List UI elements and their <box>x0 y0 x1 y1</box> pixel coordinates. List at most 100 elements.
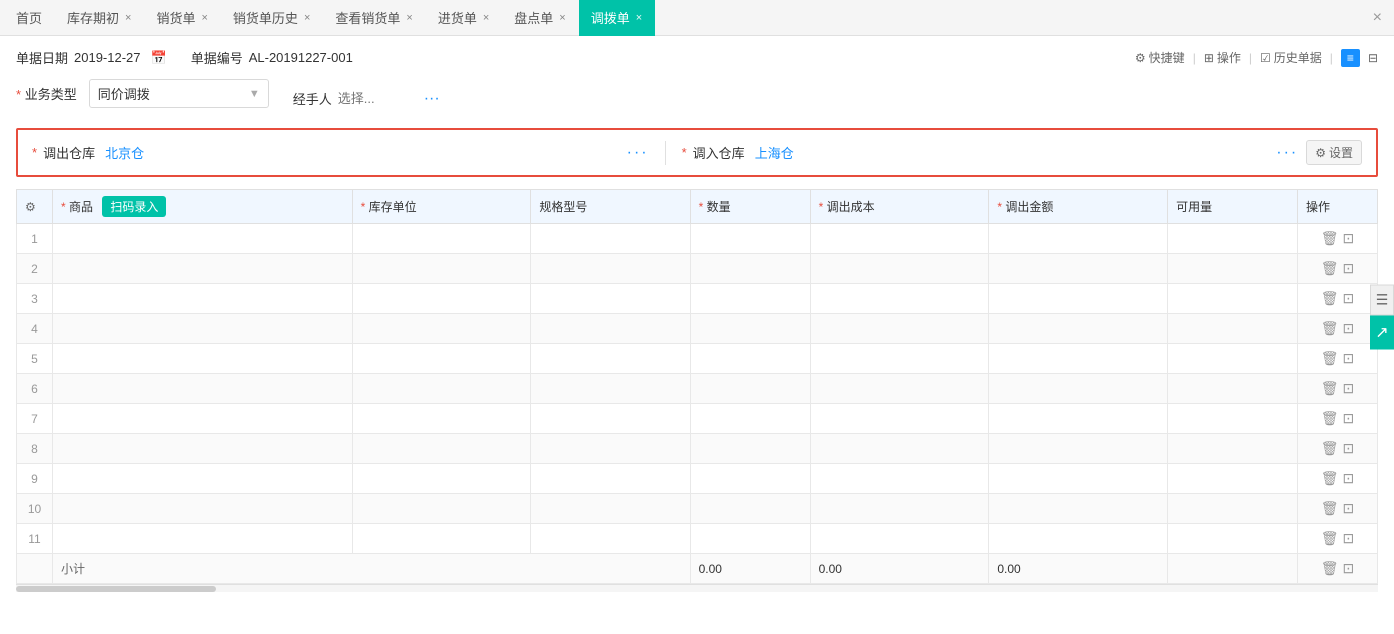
copy-icon[interactable]: ⊡ <box>1343 230 1355 247</box>
scan-button[interactable]: 扫码录入 <box>102 196 166 217</box>
delete-icon[interactable]: 🗑 <box>1321 380 1339 397</box>
delete-icon[interactable]: 🗑 <box>1321 470 1339 487</box>
warehouse-in-more[interactable]: ··· <box>1276 144 1298 162</box>
cell-qty[interactable] <box>690 284 810 314</box>
close-tab-3[interactable]: × <box>304 12 310 24</box>
cell-spec[interactable] <box>531 434 690 464</box>
cell-unit[interactable] <box>352 224 531 254</box>
copy-icon[interactable]: ⊡ <box>1343 350 1355 367</box>
cell-unit[interactable] <box>352 314 531 344</box>
cell-cost[interactable] <box>810 224 989 254</box>
cell-qty[interactable] <box>690 494 810 524</box>
cell-goods[interactable] <box>53 434 353 464</box>
close-tab-2[interactable]: × <box>201 12 207 24</box>
cell-available[interactable] <box>1168 314 1298 344</box>
cell-cost[interactable] <box>810 434 989 464</box>
warehouse-out-value[interactable]: 北京仓 <box>105 143 144 162</box>
cell-unit[interactable] <box>352 374 531 404</box>
delete-icon[interactable]: 🗑 <box>1321 260 1339 277</box>
cell-cost[interactable] <box>810 314 989 344</box>
tab-view-sales[interactable]: 查看销货单 × <box>323 0 425 36</box>
tab-transfer[interactable]: 调拨单 × <box>579 0 655 36</box>
cell-qty[interactable] <box>690 344 810 374</box>
cell-spec[interactable] <box>531 524 690 554</box>
cell-amount[interactable] <box>989 314 1168 344</box>
close-tab-6[interactable]: × <box>559 12 565 24</box>
cell-spec[interactable] <box>531 284 690 314</box>
cell-goods[interactable] <box>53 344 353 374</box>
cell-unit[interactable] <box>352 284 531 314</box>
cell-qty[interactable] <box>690 464 810 494</box>
cell-available[interactable] <box>1168 344 1298 374</box>
cell-unit[interactable] <box>352 494 531 524</box>
cell-spec[interactable] <box>531 314 690 344</box>
delete-icon[interactable]: 🗑 <box>1321 290 1339 307</box>
person-more-btn[interactable]: ··· <box>424 90 440 108</box>
cell-goods[interactable] <box>53 404 353 434</box>
delete-icon[interactable]: 🗑 <box>1321 500 1339 517</box>
business-type-select[interactable]: 同价调拨 ▼ <box>89 79 269 108</box>
cell-cost[interactable] <box>810 524 989 554</box>
cell-goods[interactable] <box>53 254 353 284</box>
tab-sales-order[interactable]: 销货单 × <box>144 0 220 36</box>
copy-icon[interactable]: ⊡ <box>1343 290 1355 307</box>
close-tab-5[interactable]: × <box>483 12 489 24</box>
cell-spec[interactable] <box>531 404 690 434</box>
cell-spec[interactable] <box>531 224 690 254</box>
tab-home[interactable]: 首页 <box>4 0 55 36</box>
cell-unit[interactable] <box>352 254 531 284</box>
delete-icon[interactable]: 🗑 <box>1321 410 1339 427</box>
cell-spec[interactable] <box>531 494 690 524</box>
copy-icon-sub[interactable]: ⊡ <box>1343 560 1355 577</box>
close-tab-4[interactable]: × <box>406 12 412 24</box>
calendar-icon[interactable]: 📅 <box>151 50 167 66</box>
cell-available[interactable] <box>1168 494 1298 524</box>
copy-icon[interactable]: ⊡ <box>1343 380 1355 397</box>
cell-amount[interactable] <box>989 374 1168 404</box>
cell-goods[interactable] <box>53 524 353 554</box>
float-list-btn[interactable]: ☰ <box>1370 285 1394 316</box>
cell-available[interactable] <box>1168 224 1298 254</box>
cell-unit[interactable] <box>352 344 531 374</box>
cell-qty[interactable] <box>690 254 810 284</box>
cell-available[interactable] <box>1168 404 1298 434</box>
copy-icon[interactable]: ⊡ <box>1343 260 1355 277</box>
tab-sales-history[interactable]: 销货单历史 × <box>221 0 323 36</box>
cell-amount[interactable] <box>989 404 1168 434</box>
delete-icon[interactable]: 🗑 <box>1321 530 1339 547</box>
cell-amount[interactable] <box>989 524 1168 554</box>
delete-icon[interactable]: 🗑 <box>1321 440 1339 457</box>
cell-qty[interactable] <box>690 314 810 344</box>
date-value[interactable]: 2019-12-27 <box>74 50 141 65</box>
cell-goods[interactable] <box>53 284 353 314</box>
cell-unit[interactable] <box>352 464 531 494</box>
cell-spec[interactable] <box>531 464 690 494</box>
scroll-bar-area[interactable] <box>16 584 1378 592</box>
cell-amount[interactable] <box>989 254 1168 284</box>
cell-available[interactable] <box>1168 254 1298 284</box>
cell-available[interactable] <box>1168 434 1298 464</box>
cell-cost[interactable] <box>810 284 989 314</box>
cell-available[interactable] <box>1168 284 1298 314</box>
scroll-bar-thumb[interactable] <box>16 586 216 592</box>
close-tab-1[interactable]: × <box>125 12 131 24</box>
cell-unit[interactable] <box>352 434 531 464</box>
delete-icon[interactable]: 🗑 <box>1321 230 1339 247</box>
cell-qty[interactable] <box>690 374 810 404</box>
tab-purchase[interactable]: 进货单 × <box>426 0 502 36</box>
delete-icon-sub[interactable]: 🗑 <box>1321 560 1339 577</box>
warehouse-in-value[interactable]: 上海仓 <box>755 143 794 162</box>
cell-goods[interactable] <box>53 374 353 404</box>
copy-icon[interactable]: ⊡ <box>1343 470 1355 487</box>
float-expand-btn[interactable]: ↗ <box>1370 316 1394 350</box>
history-btn[interactable]: ☑ 历史单据 <box>1260 49 1322 66</box>
cell-amount[interactable] <box>989 464 1168 494</box>
cell-qty[interactable] <box>690 434 810 464</box>
close-tab-7[interactable]: × <box>636 12 642 24</box>
cell-goods[interactable] <box>53 464 353 494</box>
cell-available[interactable] <box>1168 464 1298 494</box>
table-gear-icon[interactable]: ⚙ <box>25 200 36 214</box>
settings-btn[interactable]: ⚙ 设置 <box>1306 140 1362 165</box>
cell-available[interactable] <box>1168 374 1298 404</box>
tab-inventory-init[interactable]: 库存期初 × <box>55 0 144 36</box>
